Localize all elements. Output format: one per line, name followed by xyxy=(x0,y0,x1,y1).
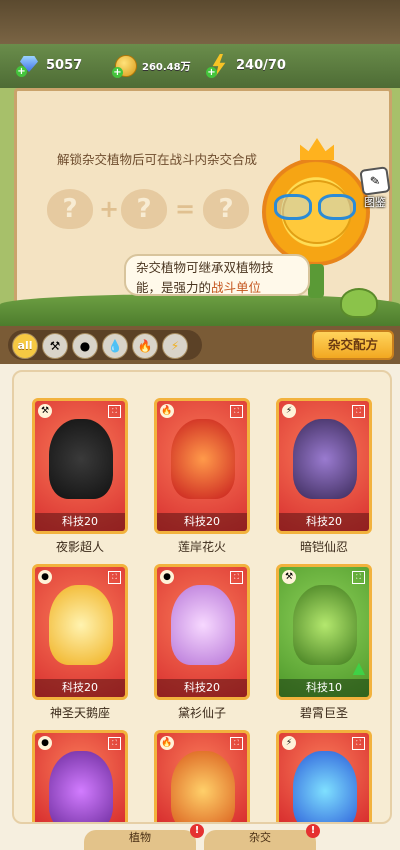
coin-icon: + xyxy=(112,54,138,78)
plant-portrait xyxy=(49,751,113,822)
expand-icon: ⛶ xyxy=(230,571,243,584)
top-strip xyxy=(0,0,400,44)
tech-level: 科技20 xyxy=(35,513,125,531)
expand-icon: ⛶ xyxy=(352,737,365,750)
tech-level: 科技10 xyxy=(279,679,369,697)
element-fire-icon: 🔥 xyxy=(160,404,174,418)
plant-portrait xyxy=(171,751,235,822)
formula-slot-result: ? xyxy=(203,189,249,229)
expand-icon: ⛶ xyxy=(230,405,243,418)
plant-card[interactable]: ⚒ ⛶ 科技20 xyxy=(32,398,128,534)
plant-portrait xyxy=(49,419,113,499)
element-lightning-icon: ⚡ xyxy=(282,404,296,418)
bottom-tabs: 植物 ! 杂交 ! xyxy=(0,818,400,850)
element-tool-icon: ⚒ xyxy=(38,404,52,418)
recipe-button[interactable]: 杂交配方 xyxy=(312,330,394,360)
plant-name: 神圣天鹅座 xyxy=(49,706,110,720)
formula-slot-2: ? xyxy=(121,189,167,229)
gallery-button[interactable]: ✎ 图鉴 xyxy=(358,166,392,209)
formula-equals: = xyxy=(175,195,196,223)
speech-highlight: 战斗单位 xyxy=(211,280,262,295)
formula-slot-1: ? xyxy=(47,189,93,229)
speech-line-2: 能，是强力的 xyxy=(136,280,212,295)
plant-portrait xyxy=(293,585,357,665)
plant-portrait xyxy=(49,585,113,665)
plant-card[interactable]: 🔥 ⛶ 科技20 xyxy=(154,398,250,534)
element-filter-group: all ⚒ ● 💧 🔥 ⚡ xyxy=(8,330,202,360)
energy-count: 240/70 xyxy=(236,57,286,73)
tech-level: 科技20 xyxy=(157,679,247,697)
filter-bar: all ⚒ ● 💧 🔥 ⚡ 杂交配方 xyxy=(0,326,400,364)
energy-stat[interactable]: + 240/70 xyxy=(206,52,286,78)
filter-fire-icon[interactable]: 🔥 xyxy=(132,333,158,359)
expand-icon: ⛶ xyxy=(108,571,121,584)
crown-icon xyxy=(300,138,334,160)
tab-plants[interactable]: 植物 xyxy=(84,830,196,850)
plant-name: 黛衫仙子 xyxy=(177,706,226,720)
plant-card[interactable]: ● ⛶ xyxy=(32,730,128,822)
element-poison-icon: ● xyxy=(38,736,52,750)
tech-level: 科技20 xyxy=(279,513,369,531)
tech-level: 科技20 xyxy=(157,513,247,531)
tab-hybrid[interactable]: 杂交 xyxy=(204,830,316,850)
plant-portrait xyxy=(171,419,235,499)
plant-name: 莲岸花火 xyxy=(177,540,226,554)
tab-hybrid-alert-badge: ! xyxy=(306,824,320,838)
tab-plants-alert-badge: ! xyxy=(190,824,204,838)
filter-all[interactable]: all xyxy=(12,333,38,359)
expand-icon: ⛶ xyxy=(230,737,243,750)
plant-name: 碧霄巨圣 xyxy=(299,706,348,720)
plant-card[interactable]: ⚒ ⛶ ▲ 科技10 xyxy=(276,564,372,700)
plant-card[interactable]: 🔥 ⛶ xyxy=(154,730,250,822)
coin-stat[interactable]: + 260.48万 xyxy=(112,52,191,78)
filter-tool-icon[interactable]: ⚒ xyxy=(42,333,68,359)
plant-name: 夜影超人 xyxy=(55,540,104,554)
coin-count: 260.48万 xyxy=(142,61,191,73)
plant-name: 暗铠仙忍 xyxy=(299,540,348,554)
filter-lightning-icon[interactable]: ⚡ xyxy=(162,333,188,359)
upgrade-arrow-icon: ▲ xyxy=(352,658,365,677)
expand-icon: ⛶ xyxy=(108,737,121,750)
resource-bar: + 5057 + 260.48万 + 240/70 xyxy=(0,44,400,88)
glasses-icon xyxy=(274,194,356,220)
expand-icon: ⛶ xyxy=(352,405,365,418)
energy-bolt-icon: + xyxy=(206,54,232,78)
plant-card[interactable]: ● ⛶ 科技20 xyxy=(154,564,250,700)
plant-portrait xyxy=(171,585,235,665)
unlock-hint: 解锁杂交植物后可在战斗内杂交合成 xyxy=(57,152,258,167)
formula-plus: + xyxy=(99,195,120,223)
gallery-icon: ✎ xyxy=(359,166,391,196)
plant-card[interactable]: ⚡ ⛶ xyxy=(276,730,372,822)
speech-line-1: 杂交植物可继承双植物技 xyxy=(136,260,274,275)
plant-card[interactable]: ● ⛶ 科技20 xyxy=(32,564,128,700)
gem-count: 5057 xyxy=(46,57,83,73)
plant-portrait xyxy=(293,751,357,822)
plant-card[interactable]: ⚡ ⛶ 科技20 xyxy=(276,398,372,534)
gem-stat[interactable]: + 5057 xyxy=(16,52,83,78)
plant-portrait xyxy=(293,419,357,499)
frog-decoration xyxy=(340,288,378,318)
element-poison-icon: ● xyxy=(160,570,174,584)
filter-poison-icon[interactable]: ● xyxy=(72,333,98,359)
expand-icon: ⛶ xyxy=(108,405,121,418)
gem-icon: + xyxy=(16,55,42,77)
speech-bubble: 杂交植物可继承双植物技 能，是强力的战斗单位 xyxy=(124,254,310,296)
gallery-label: 图鉴 xyxy=(364,196,386,209)
element-tool-icon: ⚒ xyxy=(282,570,296,584)
element-fire-icon: 🔥 xyxy=(160,736,174,750)
element-lightning-icon: ⚡ xyxy=(282,736,296,750)
filter-water-icon[interactable]: 💧 xyxy=(102,333,128,359)
plant-grid: ⚒ ⛶ 科技20 夜影超人 🔥 ⛶ 科技20 莲岸花火 ⚡ ⛶ 科技20 暗铠仙… xyxy=(12,370,392,824)
element-poison-icon: ● xyxy=(38,570,52,584)
hybrid-banner: 解锁杂交植物后可在战斗内杂交合成 ? + ? = ? ✎ 图鉴 杂交植物可继承双… xyxy=(0,88,400,326)
expand-icon: ⛶ xyxy=(352,571,365,584)
tech-level: 科技20 xyxy=(35,679,125,697)
